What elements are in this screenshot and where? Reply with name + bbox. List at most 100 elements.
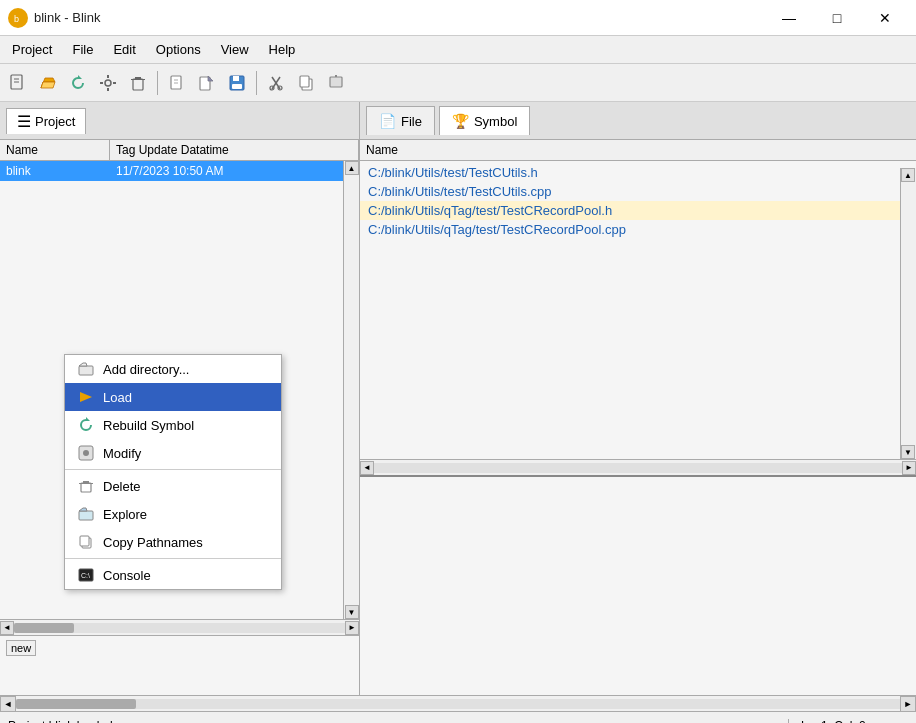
ctx-copy-pathnames-label: Copy Pathnames xyxy=(103,535,203,550)
right-scroll-left[interactable]: ◄ xyxy=(360,461,374,475)
project-tab-icon: ☰ xyxy=(17,112,31,131)
ctx-rebuild-label: Rebuild Symbol xyxy=(103,418,194,433)
svg-rect-13 xyxy=(131,79,145,80)
right-scroll-up[interactable]: ▲ xyxy=(901,168,915,182)
maximize-button[interactable]: □ xyxy=(814,4,860,32)
right-scroll-down[interactable]: ▼ xyxy=(901,445,915,459)
file-tab-label: File xyxy=(401,114,422,129)
svg-rect-33 xyxy=(81,483,91,492)
bottom-scroll-track[interactable] xyxy=(16,699,900,709)
list-item[interactable]: C:/blink/Utils/test/TestCUtils.h xyxy=(360,163,916,182)
bottom-scroll-left[interactable]: ◄ xyxy=(0,696,16,712)
file-entries: C:/blink/Utils/test/TestCUtils.h C:/blin… xyxy=(360,161,916,459)
ctx-modify[interactable]: Modify xyxy=(65,439,281,467)
ctx-console[interactable]: C:\ Console xyxy=(65,561,281,589)
list-item[interactable]: C:/blink/Utils/test/TestCUtils.cpp xyxy=(360,182,916,201)
scroll-left-arrow[interactable]: ◄ xyxy=(0,621,14,635)
svg-rect-27 xyxy=(330,77,342,87)
toolbar xyxy=(0,64,916,102)
scroll-down-arrow[interactable]: ▼ xyxy=(345,605,359,619)
svg-rect-12 xyxy=(135,77,141,79)
scroll-right-arrow[interactable]: ► xyxy=(345,621,359,635)
settings-button[interactable] xyxy=(94,69,122,97)
new-button[interactable] xyxy=(4,69,32,97)
symbol-tab-label: Symbol xyxy=(474,114,517,129)
bottom-scroll-right[interactable]: ► xyxy=(900,696,916,712)
cut-button[interactable] xyxy=(262,69,290,97)
paste-button[interactable] xyxy=(292,69,320,97)
ctx-load-label: Load xyxy=(103,390,132,405)
new-file-button[interactable] xyxy=(163,69,191,97)
menubar: Project File Edit Options View Help xyxy=(0,36,916,64)
bottom-scroll-thumb xyxy=(16,699,136,709)
svg-rect-26 xyxy=(300,76,309,87)
context-menu: Add directory... Load Rebuild Symbol Mod… xyxy=(64,354,282,590)
menu-project[interactable]: Project xyxy=(4,39,60,60)
svg-rect-11 xyxy=(133,79,143,90)
right-h-scrollbar[interactable]: ◄ ► xyxy=(360,459,916,475)
close-button[interactable]: ✕ xyxy=(862,4,908,32)
refresh-button[interactable] xyxy=(64,69,92,97)
row-date: 11/7/2023 10:50 AM xyxy=(110,161,359,181)
svg-rect-9 xyxy=(100,82,103,84)
ctx-delete-label: Delete xyxy=(103,479,141,494)
list-item[interactable]: C:/blink/Utils/qTag/test/TestCRecordPool… xyxy=(360,201,916,220)
ctx-add-directory-label: Add directory... xyxy=(103,362,189,377)
table-row[interactable]: blink 11/7/2023 10:50 AM xyxy=(0,161,359,181)
copy-pathnames-icon xyxy=(77,533,95,551)
add-directory-icon xyxy=(77,360,95,378)
right-v-scrollbar[interactable]: ▲ ▼ xyxy=(900,168,916,459)
load-icon xyxy=(77,388,95,406)
h-scrollbar[interactable]: ◄ ► xyxy=(0,619,359,635)
left-tab: ☰ Project xyxy=(0,102,359,140)
ctx-delete[interactable]: Delete xyxy=(65,472,281,500)
edit-button[interactable] xyxy=(193,69,221,97)
ctx-rebuild-symbol[interactable]: Rebuild Symbol xyxy=(65,411,281,439)
open-button[interactable] xyxy=(34,69,62,97)
svg-text:b: b xyxy=(14,14,19,24)
svg-point-6 xyxy=(105,80,111,86)
toolbar-separator-2 xyxy=(256,71,257,95)
row-name: blink xyxy=(0,161,110,181)
menu-edit[interactable]: Edit xyxy=(105,39,143,60)
svg-rect-7 xyxy=(107,75,109,78)
right-tabs: 📄 File 🏆 Symbol xyxy=(360,102,916,140)
pin-button[interactable] xyxy=(322,69,350,97)
svg-rect-19 xyxy=(233,76,239,81)
ctx-load[interactable]: Load xyxy=(65,383,281,411)
bottom-scrollbar[interactable]: ◄ ► xyxy=(0,695,916,711)
col-name: Name xyxy=(0,140,110,160)
new-tag: new xyxy=(6,640,36,656)
explore-icon xyxy=(77,505,95,523)
list-item[interactable]: C:/blink/Utils/qTag/test/TestCRecordPool… xyxy=(360,220,916,239)
svg-rect-38 xyxy=(80,536,89,546)
ctx-add-directory[interactable]: Add directory... xyxy=(65,355,281,383)
save-button[interactable] xyxy=(223,69,251,97)
svg-rect-35 xyxy=(79,483,93,484)
project-tab[interactable]: ☰ Project xyxy=(6,108,86,134)
menu-file[interactable]: File xyxy=(64,39,101,60)
menu-view[interactable]: View xyxy=(213,39,257,60)
ctx-copy-pathnames[interactable]: Copy Pathnames xyxy=(65,528,281,556)
minimize-button[interactable]: — xyxy=(766,4,812,32)
svg-marker-5 xyxy=(78,75,82,79)
file-tab[interactable]: 📄 File xyxy=(366,106,435,135)
symbol-tab[interactable]: 🏆 Symbol xyxy=(439,106,530,135)
svg-point-32 xyxy=(83,450,89,456)
svg-marker-30 xyxy=(86,417,90,421)
table-header: Name Tag Update Datatime xyxy=(0,140,359,161)
col-date: Tag Update Datatime xyxy=(110,140,359,160)
v-scrollbar[interactable]: ▲ ▼ xyxy=(343,161,359,619)
svg-rect-28 xyxy=(79,366,93,375)
menu-options[interactable]: Options xyxy=(148,39,209,60)
left-bottom: new xyxy=(0,635,359,695)
delete-button[interactable] xyxy=(124,69,152,97)
statusbar: Project blink loaded. Ln: 1, Col: 0 xyxy=(0,711,916,723)
status-text: Project blink loaded. xyxy=(8,719,772,724)
right-scroll-right[interactable]: ► xyxy=(902,461,916,475)
window-title: blink - Blink xyxy=(34,10,100,25)
scroll-up-arrow[interactable]: ▲ xyxy=(345,161,359,175)
svg-rect-8 xyxy=(107,88,109,91)
ctx-explore[interactable]: Explore xyxy=(65,500,281,528)
menu-help[interactable]: Help xyxy=(261,39,304,60)
